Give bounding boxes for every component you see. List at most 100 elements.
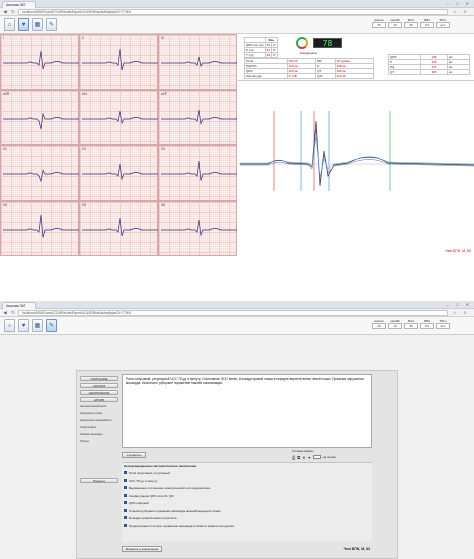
toolbar-control[interactable]: мм/мВ 10 (388, 319, 402, 329)
conclusion-checkbox[interactable] (124, 516, 127, 520)
ecg-lead-avf[interactable]: aVF (158, 89, 237, 145)
url-field[interactable]: localhost:8080/ExamECG/#ResultsExpert/4C… (18, 9, 448, 15)
back-icon[interactable]: ◀ (2, 9, 8, 15)
ecg-lead-i[interactable]: I (0, 34, 79, 90)
star-icon[interactable]: ☆ (452, 310, 458, 316)
lead-waveform (82, 110, 158, 124)
report-footer: Вставить в заключение Чекі БПН, М, 63 (122, 544, 372, 554)
toolbar-control[interactable]: 50Гц вкл (436, 319, 450, 329)
sidebar-button-archive[interactable]: АРХИВ (80, 397, 118, 402)
home-icon[interactable]: ⌂ (4, 18, 15, 31)
conclusion-item[interactable]: Ритм синусовый, регулярный (124, 471, 170, 475)
sidebar-item[interactable]: Гипертрофия (80, 426, 120, 429)
lead-trace (3, 169, 79, 183)
insert-conclusion-button[interactable]: Вставить в заключение (122, 546, 162, 552)
report-description-textarea[interactable]: Ритм синусовый, регулярный ЧСС 78 уд. в … (122, 374, 372, 448)
ecg-lead-v3[interactable]: V3 (158, 145, 237, 201)
toolbar-control-value[interactable]: 25 (372, 22, 386, 28)
back-icon[interactable]: ◀ (2, 310, 8, 316)
save-button[interactable]: Сохранить (122, 452, 146, 458)
conclusion-checkbox[interactable] (124, 486, 127, 490)
conclusion-item[interactable]: QRS широкий (124, 501, 148, 505)
ecg-lead-avl[interactable]: aVL (79, 89, 158, 145)
browser-tab[interactable]: Аксиома ЭКГ (2, 1, 36, 8)
ecg-lead-v1[interactable]: V1 (0, 145, 79, 201)
app-toolbar: ⌂ ♥ ▦ ✎ мм/сек 25 мм/мВ 10 ФНЧ 35 ФВЧ 0.5 50Гц вк… (0, 16, 474, 34)
toolbar-control-value[interactable]: 0.5 (420, 22, 434, 28)
reload-icon[interactable]: ↻ (10, 310, 16, 316)
toolbar-control-value[interactable]: 35 (404, 22, 418, 28)
menu-icon[interactable]: ≡ (462, 9, 468, 15)
ecg-lead-ii[interactable]: II (79, 34, 158, 90)
edit-report-icon[interactable]: ✎ (46, 319, 57, 332)
toolbar-control[interactable]: мм/мВ 10 (388, 18, 402, 28)
toolbar-control-value[interactable]: 10 (388, 22, 402, 28)
sidebar-item[interactable]: Автоматический ритм (80, 405, 120, 408)
toolbar-control[interactable]: ФНЧ 35 (404, 319, 418, 329)
conclusion-item[interactable]: Выраженное отклонение электрической оси … (124, 486, 210, 490)
ecg-lead-iii[interactable]: III (158, 34, 237, 90)
url-field[interactable]: localhost:8080/ExamECG/#ResultsExpert/4C… (18, 310, 448, 316)
sidebar-item[interactable]: Нарушение ритма (80, 412, 120, 415)
star-icon[interactable]: ☆ (452, 9, 458, 15)
sidebar-button-conclusion[interactable]: ЗАКЛЮЧЕНИЕ (80, 390, 118, 395)
conclusion-item[interactable]: Предполагается острое поражение миокарда… (124, 524, 234, 528)
lead-trace (3, 50, 79, 70)
sidebar-item[interactable]: Нарушения проводимости (80, 419, 120, 422)
toolbar-control-value[interactable]: 35 (404, 323, 418, 329)
grid-view-icon[interactable]: ▦ (32, 319, 43, 332)
browser-tab[interactable]: Аксиома ЭКГ (2, 302, 36, 309)
print-icon[interactable]: ⎙ (292, 455, 295, 460)
conclusion-checkbox[interactable] (124, 523, 127, 527)
interval-name: QTc (315, 73, 336, 79)
browser-tab-bar: Аксиома ЭКГ ‒ □ ✕ (0, 0, 474, 8)
toolbar-control[interactable]: мм/сек 25 (372, 18, 386, 28)
toolbar-control[interactable]: ФВЧ 0.5 (420, 18, 434, 28)
home-icon[interactable]: ⌂ (4, 319, 15, 332)
toolbar-control-value[interactable]: 10 (388, 323, 402, 329)
sidebar-button-description[interactable]: ОПИСАНИЕ (80, 376, 118, 381)
menu-icon[interactable]: ≡ (462, 310, 468, 316)
conclusion-checkbox[interactable] (124, 508, 127, 512)
conclusion-checkbox[interactable] (124, 471, 127, 475)
arrow-icon[interactable]: ➜ (307, 455, 310, 460)
ecg-lead-avr[interactable]: aVR (0, 89, 79, 145)
edit-report-icon[interactable]: ✎ (46, 18, 57, 31)
conclusion-checkbox[interactable] (124, 501, 127, 505)
sidebar-button-analysis[interactable]: АНАЛИЗ (80, 383, 118, 388)
conclusion-checkbox[interactable] (124, 478, 127, 482)
toolbar-control-value[interactable]: 0.5 (420, 323, 434, 329)
delete-icon[interactable]: ✕ (302, 455, 305, 460)
window-controls[interactable]: ‒ □ ✕ (447, 302, 472, 308)
heart-rate-gauge-icon (296, 37, 308, 49)
window-controls[interactable]: ‒ □ ✕ (447, 1, 472, 7)
ecg-view-icon[interactable]: ♥ (18, 319, 29, 332)
ecg-lead-v6[interactable]: V6 (158, 200, 237, 256)
sidebar-item[interactable]: Ишемия миокарда (80, 433, 120, 436)
ecg-lead-v4[interactable]: V4 (0, 200, 79, 256)
conclusion-item[interactable]: Блокада правой ножки пучка Гиса (124, 516, 176, 520)
ecg-lead-v5[interactable]: V5 (79, 200, 158, 256)
sidebar-item[interactable]: Прочее (80, 440, 120, 443)
toolbar-control[interactable]: ФНЧ 35 (404, 18, 418, 28)
toolbar-control-value[interactable]: вкл (436, 22, 450, 28)
conclusion-checkbox[interactable] (124, 493, 127, 497)
lead-waveform (161, 219, 237, 236)
toolbar-control[interactable]: ФВЧ 0.5 (420, 319, 434, 329)
toolbar-control[interactable]: мм/сек 25 (372, 319, 386, 329)
conclusion-item[interactable]: Конфигурация QRS типа SI, QIII (124, 494, 174, 498)
copy-icon[interactable]: ⧉ (297, 455, 300, 460)
toolbar-control[interactable]: 50Гц вкл (436, 18, 450, 28)
ecg-lead-v2[interactable]: V2 (79, 145, 158, 201)
conclusion-item[interactable]: ЧСС 78 уд. в минуту (124, 479, 157, 483)
sidebar-button-patient[interactable]: Пациент (80, 478, 118, 483)
toolbar-control-value[interactable]: вкл (436, 323, 450, 329)
lead-trace (82, 110, 158, 124)
toolbar-control-value[interactable]: 25 (372, 323, 386, 329)
ecg-view-icon[interactable]: ♥ (18, 18, 29, 31)
intervals-table: Ритм 780 мс RR 78 уд/мин PQ(PR) 160 мс P 108 м… (244, 58, 375, 79)
print-checkbox[interactable] (312, 455, 321, 459)
conclusion-item[interactable]: Очагово-рубцовое поражение миокарда нижн… (124, 509, 220, 513)
grid-view-icon[interactable]: ▦ (32, 18, 43, 31)
reload-icon[interactable]: ↻ (10, 9, 16, 15)
